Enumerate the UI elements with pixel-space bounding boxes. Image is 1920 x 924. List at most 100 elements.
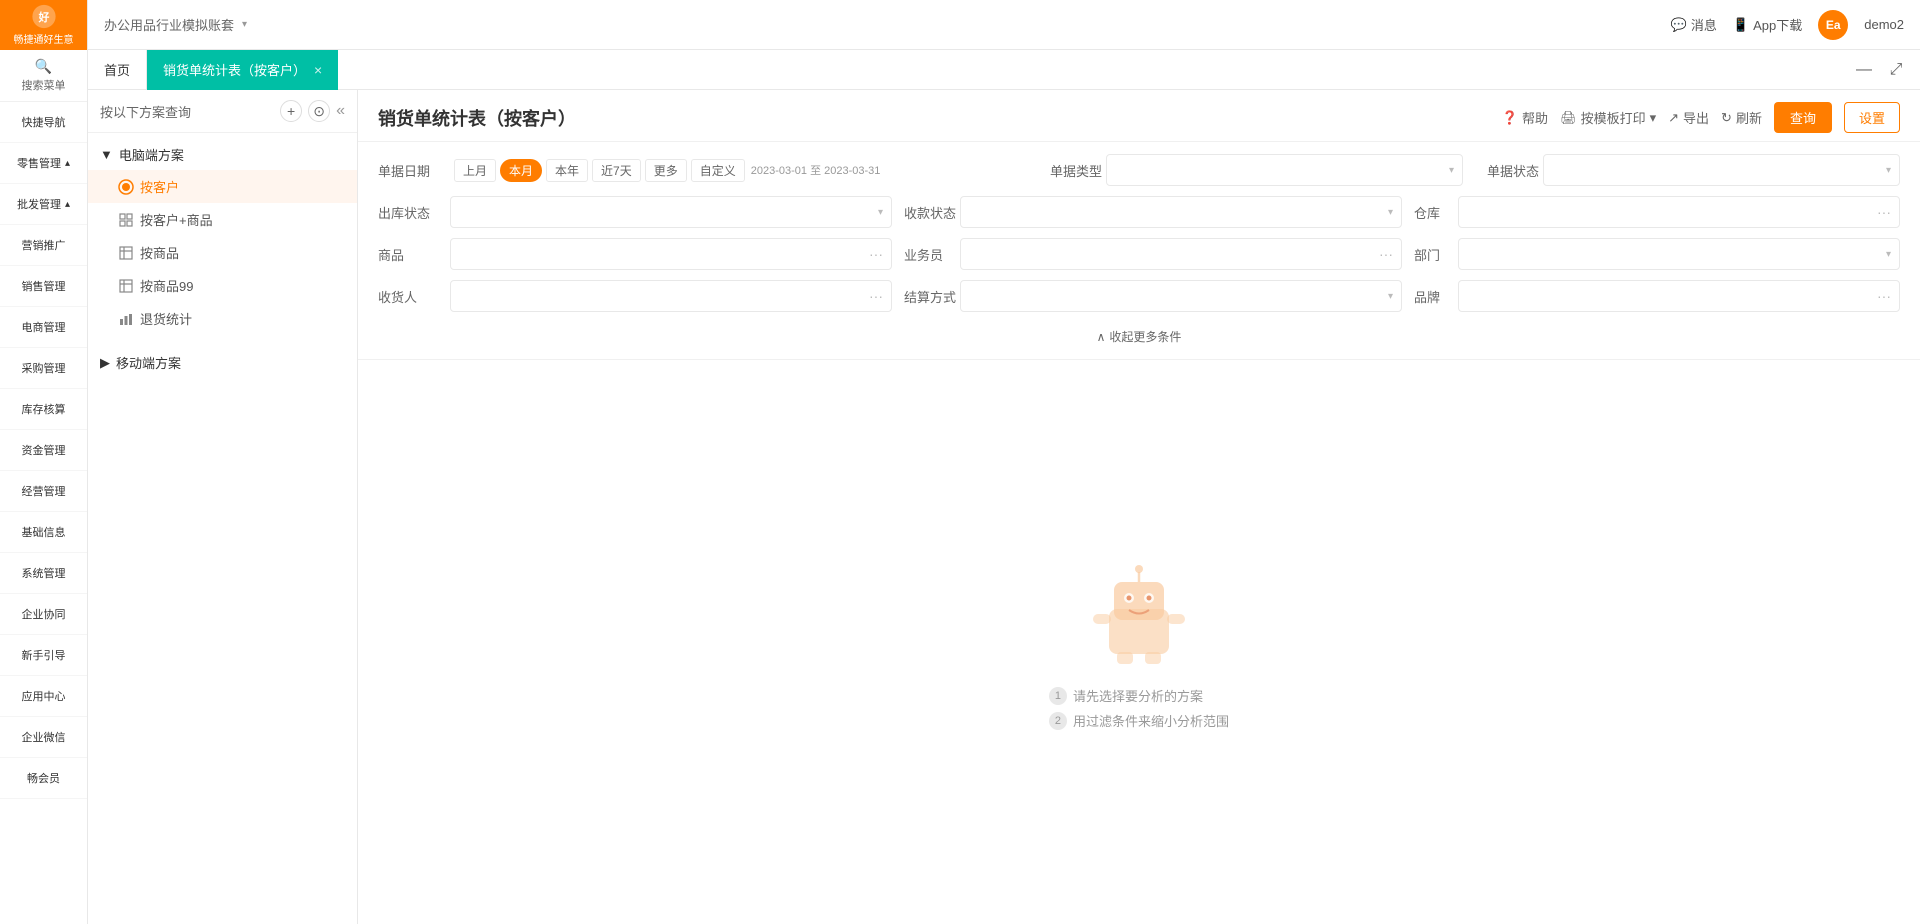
sidebar-item-ecommerce[interactable]: 电商管理 [0,307,87,348]
warehouse-field[interactable]: ··· [1458,196,1900,228]
stock-status-label: 出库状态 [378,203,450,222]
logo: 好 畅捷通好生意 [0,0,87,50]
sidebar-item-wholesale[interactable]: 批发管理 ▴ [0,184,87,225]
sidebar-item-basic[interactable]: 基础信息 [0,512,87,553]
settings-btn[interactable]: 设置 [1844,102,1900,133]
add-scheme-btn[interactable]: + [280,100,302,122]
grid-icon [118,212,134,228]
stock-status-field[interactable]: ▾ [450,196,892,228]
department-field[interactable]: ▾ [1458,238,1900,270]
date-btn-last-month[interactable]: 上月 [454,159,496,182]
date-btn-more[interactable]: 更多 [645,159,687,182]
scheme-item-label: 按商品99 [140,276,193,295]
scheme-desktop-group: ▼ 电脑端方案 按客户 按客户+商品 [88,133,357,341]
empty-hint-2-text: 用过滤条件来缩小分析范围 [1073,711,1229,730]
sidebar-item-enterprise[interactable]: 企业协同 [0,594,87,635]
consignee-dots[interactable]: ··· [869,288,883,304]
order-type-field[interactable]: ▾ [1106,154,1463,186]
receipt-status-field[interactable]: ▾ [960,196,1402,228]
logo-icon: 好 [30,4,58,29]
chevron-down-icon: ▾ [1886,165,1891,176]
sidebar-item-retail[interactable]: 零售管理 ▴ [0,143,87,184]
sidebar-item-operations[interactable]: 经营管理 [0,471,87,512]
scheme-group-mobile-label: 移动端方案 [116,353,181,372]
breadcrumb-text: 办公用品行业模拟账套 [104,15,234,34]
settings-scheme-btn[interactable]: ⊙ [308,100,330,122]
sidebar-item-purchase[interactable]: 采购管理 [0,348,87,389]
brand-dots[interactable]: ··· [1877,288,1891,304]
order-status-field[interactable]: ▾ [1543,154,1900,186]
export-icon: ↗ [1668,110,1679,126]
date-btn-7days[interactable]: 近7天 [592,159,641,182]
filter-date-row: 单据日期 上月 本月 本年 近7天 更多 自定义 2023-03-01 至 20… [378,154,1900,186]
date-shortcuts: 上月 本月 本年 近7天 更多 自定义 [454,159,745,182]
sidebar-item-marketing[interactable]: 营销推广 [0,225,87,266]
sidebar-item-quick-nav[interactable]: 快捷导航 [0,102,87,143]
order-type-label: 单据类型 [1050,161,1106,180]
consignee-field[interactable]: ··· [450,280,892,312]
date-btn-custom[interactable]: 自定义 [691,159,745,182]
sidebar-item-app-center[interactable]: 应用中心 [0,676,87,717]
refresh-icon: ↻ [1721,110,1732,126]
app-download-icon: 📱 [1733,17,1749,33]
sidebar-item-search[interactable]: 🔍 搜索菜单 [0,50,87,102]
salesperson-dots[interactable]: ··· [1379,246,1393,262]
page-actions: ❓ 帮助 🖨 按模板打印 ▾ ↗ 导出 ↻ 刷新 [1502,102,1900,133]
date-btn-this-month[interactable]: 本月 [500,159,542,182]
tab-close-icon[interactable]: × [314,63,322,77]
tab-maximize-btn[interactable]: ⤢ [1884,58,1908,82]
app-download-label: App下载 [1753,15,1802,34]
refresh-btn[interactable]: ↻ 刷新 [1721,108,1762,127]
product-field[interactable]: ··· [450,238,892,270]
retail-arrow: ▴ [65,158,70,169]
print-dropdown-icon: ▾ [1650,110,1657,126]
brand-field[interactable]: ··· [1458,280,1900,312]
header-actions: 💬 消息 📱 App下载 Ea demo2 [1671,10,1904,40]
warehouse-dots[interactable]: ··· [1877,204,1891,220]
scheme-group-mobile[interactable]: ▶ 移动端方案 [88,347,357,378]
filter-row-4: 收货人 ··· 结算方式 ▾ 品牌 ··· [378,280,1900,312]
collapse-text: 收起更多条件 [1109,328,1181,345]
product-dots[interactable]: ··· [869,246,883,262]
search-label: 搜索菜单 [6,77,81,93]
collapse-row: ∧ 收起更多条件 [378,322,1900,347]
sidebar-item-finance[interactable]: 资金管理 [0,430,87,471]
print-btn[interactable]: 🖨 按模板打印 ▾ [1560,108,1656,127]
department-label: 部门 [1414,245,1458,264]
scheme-item-by-customer[interactable]: 按客户 [88,170,357,203]
sidebar-item-newbie[interactable]: 新手引导 [0,635,87,676]
message-btn[interactable]: 💬 消息 [1671,15,1717,34]
scheme-item-by-product-99[interactable]: 按商品99 [88,269,357,302]
content-area: 按以下方案查询 + ⊙ « ▼ 电脑端方案 按客户 [88,90,1920,924]
chevron-down-icon: ▾ [1449,165,1454,176]
sidebar-item-system[interactable]: 系统管理 [0,553,87,594]
avatar[interactable]: Ea [1818,10,1848,40]
tab-sales-stats[interactable]: 销货单统计表（按客户） × [147,50,338,90]
help-btn[interactable]: ❓ 帮助 [1502,108,1548,127]
scheme-group-desktop[interactable]: ▼ 电脑端方案 [88,139,357,170]
breadcrumb-arrow[interactable]: ▾ [242,19,247,30]
scheme-item-by-customer-product[interactable]: 按客户+商品 [88,203,357,236]
table-icon [118,245,134,261]
date-btn-this-year[interactable]: 本年 [546,159,588,182]
tab-minimize-btn[interactable]: — [1852,58,1876,82]
salesperson-field[interactable]: ··· [960,238,1402,270]
settlement-field[interactable]: ▾ [960,280,1402,312]
print-icon: 🖨 [1560,110,1577,126]
bar-chart-icon [118,311,134,327]
sidebar-item-inventory[interactable]: 库存核算 [0,389,87,430]
export-btn[interactable]: ↗ 导出 [1668,108,1709,127]
scheme-item-return-stats[interactable]: 退货统计 [88,302,357,335]
tab-home[interactable]: 首页 [88,50,147,90]
tab-actions: — ⤢ [1852,58,1920,82]
salesperson-label: 业务员 [904,245,960,264]
sidebar-item-member[interactable]: 畅会员 [0,758,87,799]
sidebar-item-enterprise-wechat[interactable]: 企业微信 [0,717,87,758]
collapse-panel-btn[interactable]: « [336,102,345,120]
collapse-link[interactable]: ∧ 收起更多条件 [1097,328,1182,345]
query-btn[interactable]: 查询 [1774,102,1832,133]
date-range-text: 2023-03-01 至 2023-03-31 [751,162,881,178]
scheme-item-by-product[interactable]: 按商品 [88,236,357,269]
sidebar-item-sales[interactable]: 销售管理 [0,266,87,307]
app-download-btn[interactable]: 📱 App下载 [1733,15,1802,34]
